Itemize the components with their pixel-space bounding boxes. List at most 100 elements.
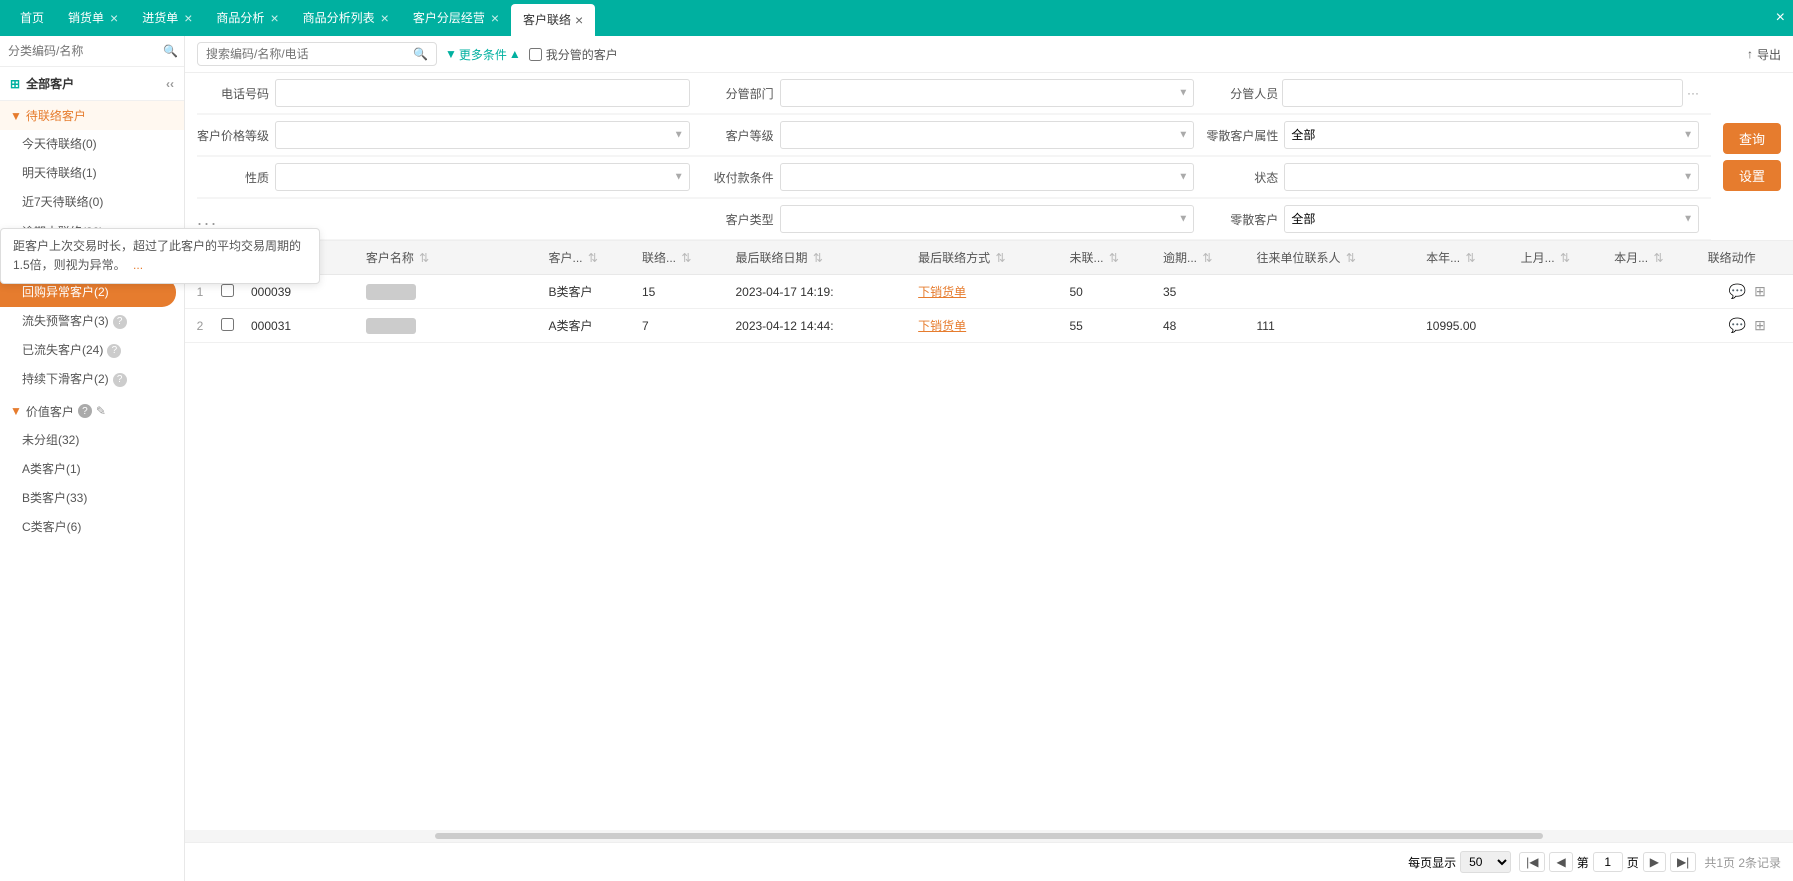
collapse-sidebar-icon[interactable]: ‹‹ xyxy=(166,77,174,91)
retail-customer-select-wrap: 全部 ▼ xyxy=(1284,205,1699,233)
sidebar-search-input[interactable] xyxy=(8,44,163,58)
page-number-input[interactable] xyxy=(1593,852,1623,872)
row-person-2: 111 xyxy=(1251,309,1421,343)
more-conditions-button[interactable]: ▼ 更多条件 ▲ xyxy=(445,46,521,63)
page-size-select[interactable]: 50 10 20 100 xyxy=(1460,851,1511,873)
row-un-contact-2: 55 xyxy=(1064,309,1158,343)
close-contact-tab[interactable]: × xyxy=(575,4,583,36)
row-name-1 xyxy=(360,275,543,309)
question-icon4[interactable]: ? xyxy=(113,373,127,387)
chevron-up-icon: ▲ xyxy=(509,47,521,61)
page-first-button[interactable]: |◀ xyxy=(1519,852,1545,872)
retail-attr-select[interactable]: 全部 xyxy=(1284,121,1699,149)
row-checkbox-2[interactable] xyxy=(221,318,234,331)
action-chat-icon-2[interactable]: 💬 xyxy=(1729,317,1746,334)
sidebar-item-declining[interactable]: 持续下滑客户(2) ? xyxy=(0,365,184,394)
sidebar-search-icon[interactable]: 🔍 xyxy=(163,44,178,58)
nav-product-analysis-list[interactable]: 商品分析列表 × xyxy=(291,0,401,36)
sidebar-item-today[interactable]: 今天待联络(0) xyxy=(0,130,184,159)
sidebar-item-b-class[interactable]: B类客户(33) xyxy=(0,484,184,513)
close-purchase-tab[interactable]: × xyxy=(184,0,192,36)
edit-icon[interactable]: ✎ xyxy=(96,404,106,418)
filter-status: 状态 ▼ xyxy=(1206,157,1711,198)
sort-method-icon[interactable]: ⇅ xyxy=(996,251,1006,265)
row-last-date-1: 2023-04-17 14:19: xyxy=(729,275,912,309)
question-icon3[interactable]: ? xyxy=(107,344,121,358)
payment-select[interactable] xyxy=(780,163,1195,191)
more-filter-button[interactable]: ... xyxy=(197,209,218,230)
close-sales-tab[interactable]: × xyxy=(110,0,118,36)
horizontal-scrollbar[interactable] xyxy=(185,830,1793,842)
customer-type-select[interactable] xyxy=(780,205,1195,233)
sort-overdue-icon[interactable]: ⇅ xyxy=(1202,251,1212,265)
manager-more-btn[interactable]: ··· xyxy=(1687,86,1699,100)
close-analysis-list-tab[interactable]: × xyxy=(381,0,389,36)
dept-select[interactable] xyxy=(780,79,1195,107)
my-customers-checkbox-label[interactable]: 我分管的客户 xyxy=(529,46,618,63)
question-icon2[interactable]: ? xyxy=(113,315,127,329)
col-contact-person: 往来单位联系人 ⇅ xyxy=(1251,241,1421,275)
close-analysis-tab[interactable]: × xyxy=(270,0,278,36)
col-name: 客户名称 ⇅ xyxy=(360,241,543,275)
my-customers-checkbox[interactable] xyxy=(529,48,542,61)
row-overdue-1: 35 xyxy=(1157,275,1251,309)
question-icon5[interactable]: ? xyxy=(78,404,92,418)
sort-name-icon[interactable]: ⇅ xyxy=(419,251,429,265)
gender-select[interactable] xyxy=(275,163,690,191)
sidebar-item-ungroup[interactable]: 未分组(32) xyxy=(0,426,184,455)
nav-product-analysis[interactable]: 商品分析 × xyxy=(204,0,290,36)
filter-gender: 性质 ▼ xyxy=(197,157,702,198)
sort-type-icon[interactable]: ⇅ xyxy=(588,251,598,265)
sort-contact-icon[interactable]: ⇅ xyxy=(681,251,691,265)
sidebar-item-7days[interactable]: 近7天待联络(0) xyxy=(0,188,184,217)
query-button[interactable]: 查询 xyxy=(1723,123,1781,154)
retail-customer-select[interactable]: 全部 xyxy=(1284,205,1699,233)
customer-level-select[interactable] xyxy=(780,121,1195,149)
sort-uncontact-icon[interactable]: ⇅ xyxy=(1109,251,1119,265)
close-tier-tab[interactable]: × xyxy=(491,0,499,36)
manager-input[interactable] xyxy=(1282,79,1683,107)
sort-lastmonth-icon[interactable]: ⇅ xyxy=(1560,251,1570,265)
nav-home[interactable]: 首页 xyxy=(8,0,56,36)
export-button[interactable]: ↑ 导出 xyxy=(1747,46,1781,63)
sidebar-item-tomorrow[interactable]: 明天待联络(1) xyxy=(0,159,184,188)
search-input[interactable] xyxy=(206,47,409,61)
export-icon: ↑ xyxy=(1747,47,1753,61)
nav-customer-contact[interactable]: 客户联络 × xyxy=(511,4,595,36)
sidebar-group-value[interactable]: ▼ 价值客户 ? ✎ xyxy=(0,397,184,426)
page-last-button[interactable]: ▶| xyxy=(1670,852,1696,872)
sidebar-item-c-class[interactable]: C类客户(6) xyxy=(0,513,184,542)
sidebar-item-lost[interactable]: 已流失客户(24) ? xyxy=(0,336,184,365)
price-level-select-wrap: ▼ xyxy=(275,121,690,149)
sidebar-item-a-class[interactable]: A类客户(1) xyxy=(0,455,184,484)
retail-attr-select-wrap: 全部 ▼ xyxy=(1284,121,1699,149)
last-method-link-1[interactable]: 下销货单 xyxy=(918,285,966,299)
last-method-link-2[interactable]: 下销货单 xyxy=(918,319,966,333)
price-level-select[interactable] xyxy=(275,121,690,149)
sort-year-icon[interactable]: ⇅ xyxy=(1465,251,1475,265)
close-window-button[interactable]: × xyxy=(1776,9,1785,27)
nav-sales[interactable]: 销货单 × xyxy=(56,0,130,36)
action-more-icon-1[interactable]: ⊞ xyxy=(1754,283,1766,300)
nav-customer-tier[interactable]: 客户分层经营 × xyxy=(401,0,511,36)
gender-select-wrap: ▼ xyxy=(275,163,690,191)
action-chat-icon-1[interactable]: 💬 xyxy=(1729,283,1746,300)
payment-select-wrap: ▼ xyxy=(780,163,1195,191)
phone-input[interactable] xyxy=(275,79,690,107)
status-select[interactable] xyxy=(1284,163,1699,191)
nav-purchase[interactable]: 进货单 × xyxy=(130,0,204,36)
sidebar-group-waiting[interactable]: ▼ 待联络客户 xyxy=(0,101,184,130)
sort-thismonth-icon[interactable]: ⇅ xyxy=(1653,251,1663,265)
sidebar-all-customers[interactable]: ⊞ 全部客户 ‹‹ xyxy=(0,67,184,101)
action-more-icon-2[interactable]: ⊞ xyxy=(1754,317,1766,334)
page-prev-button[interactable]: ◀ xyxy=(1549,852,1572,872)
sort-date-icon[interactable]: ⇅ xyxy=(813,251,823,265)
sort-person-icon[interactable]: ⇅ xyxy=(1346,251,1356,265)
settings-button[interactable]: 设置 xyxy=(1723,160,1781,191)
search-icon[interactable]: 🔍 xyxy=(413,47,428,61)
col-contact-count: 联络... ⇅ xyxy=(636,241,730,275)
scroll-thumb[interactable] xyxy=(435,833,1544,839)
page-next-button[interactable]: ▶ xyxy=(1643,852,1666,872)
row-checkbox-1[interactable] xyxy=(221,284,234,297)
sidebar-item-loss-warning[interactable]: 流失预警客户(3) ? xyxy=(0,307,184,336)
